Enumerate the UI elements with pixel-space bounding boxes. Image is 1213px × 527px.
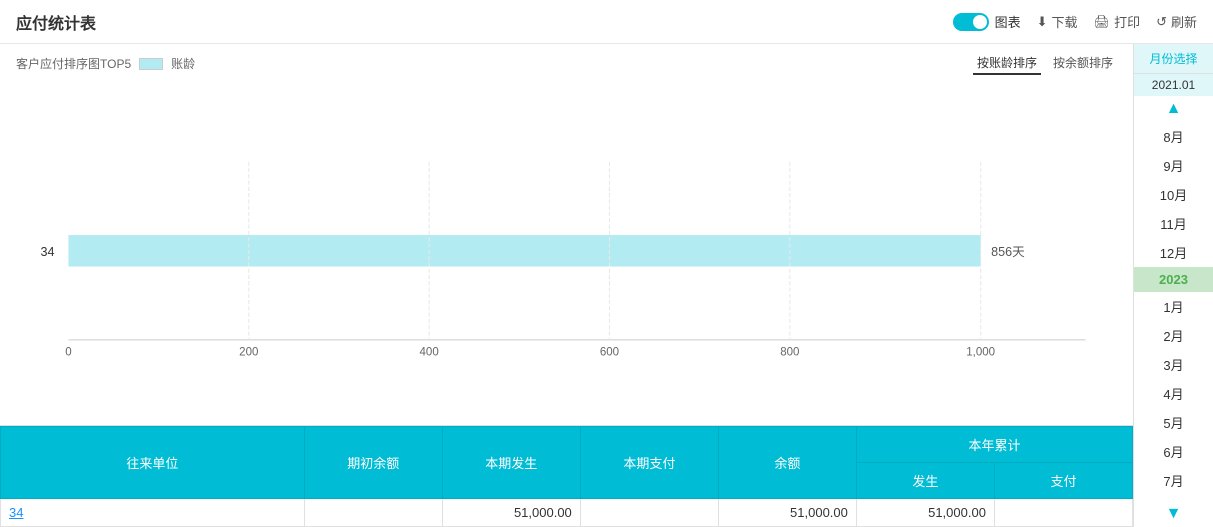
- th-current-occurrence: 本期发生: [442, 427, 580, 499]
- sidebar-header: 月份选择: [1134, 44, 1213, 74]
- th-ytd-occurrence: 发生: [856, 463, 994, 499]
- sidebar-year-input[interactable]: [1134, 74, 1213, 96]
- print-button[interactable]: 🖨 打印: [1094, 12, 1141, 31]
- sidebar-month-list: 8月 9月 10月 11月 12月 2023 1月 2月 3月 4月 5月 6月…: [1134, 122, 1213, 501]
- svg-text:600: 600: [600, 347, 619, 359]
- chevron-down-icon: ▼: [1166, 505, 1182, 523]
- svg-text:0: 0: [65, 347, 71, 359]
- svg-text:200: 200: [239, 347, 258, 359]
- chart-toggle[interactable]: [953, 13, 989, 31]
- sidebar-item-jul[interactable]: 7月: [1134, 466, 1213, 495]
- header: 应付统计表 图表 ⬇ 下载 🖨 打印 ↺ 刷新: [0, 0, 1213, 44]
- svg-text:800: 800: [780, 347, 799, 359]
- sidebar-item-mar[interactable]: 3月: [1134, 350, 1213, 379]
- sort-buttons: 按账龄排序 按余额排序: [973, 52, 1117, 75]
- th-ytd-payment: 支付: [994, 463, 1132, 499]
- svg-text:34: 34: [40, 245, 54, 259]
- sidebar-item-sep[interactable]: 9月: [1134, 151, 1213, 180]
- refresh-button[interactable]: ↺ 刷新: [1156, 12, 1197, 31]
- chevron-up-icon: ▲: [1166, 100, 1182, 118]
- sidebar-scroll-up-button[interactable]: ▲: [1134, 96, 1213, 122]
- sidebar-item-jun[interactable]: 6月: [1134, 437, 1213, 466]
- chart-header: 客户应付排序图TOP5 账龄 按账龄排序 按余额排序: [0, 44, 1133, 79]
- table-area: 往来单位 期初余额 本期发生 本期支付 余额 本年累计 发生 支付: [0, 425, 1133, 527]
- download-button[interactable]: ⬇ 下载: [1037, 12, 1078, 31]
- cell-current-occurrence: 51,000.00: [442, 499, 580, 527]
- sidebar-item-oct[interactable]: 10月: [1134, 180, 1213, 209]
- sidebar-scroll-down-button[interactable]: ▼: [1134, 501, 1213, 527]
- sidebar-item-feb[interactable]: 2月: [1134, 321, 1213, 350]
- cell-current-payment: [580, 499, 718, 527]
- legend-box: [139, 58, 163, 70]
- table-row: 34 51,000.00 51,000.00 51,000.00: [1, 499, 1133, 527]
- cell-unit[interactable]: 34: [1, 499, 305, 527]
- data-table: 往来单位 期初余额 本期发生 本期支付 余额 本年累计 发生 支付: [0, 426, 1133, 527]
- sidebar: 月份选择 ▲ 8月 9月 10月 11月 12月 2023 1月 2月 3月 4…: [1133, 44, 1213, 527]
- sidebar-item-dec[interactable]: 12月: [1134, 238, 1213, 267]
- chart-svg: 34 856天 0 200 400 600 800 1,000: [16, 87, 1117, 425]
- chart-toggle-group[interactable]: 图表: [953, 12, 1021, 31]
- chart-container: 34 856天 0 200 400 600 800 1,000: [0, 79, 1133, 425]
- refresh-icon: ↺: [1156, 14, 1167, 30]
- download-icon: ⬇: [1037, 14, 1048, 30]
- sort-by-amount-button[interactable]: 按余额排序: [1049, 52, 1117, 75]
- sidebar-item-year2023[interactable]: 2023: [1134, 267, 1213, 292]
- page-title: 应付统计表: [16, 10, 96, 34]
- cell-balance: 51,000.00: [718, 499, 856, 527]
- sidebar-item-may[interactable]: 5月: [1134, 408, 1213, 437]
- th-unit: 往来单位: [1, 427, 305, 499]
- chart-area: 客户应付排序图TOP5 账龄 按账龄排序 按余额排序 34 856天: [0, 44, 1133, 527]
- legend-title: 客户应付排序图TOP5: [16, 55, 131, 72]
- download-label: 下载: [1052, 12, 1078, 31]
- chart-bar: [68, 235, 980, 266]
- print-icon: 🖨: [1094, 14, 1111, 30]
- sidebar-item-aug[interactable]: 8月: [1134, 122, 1213, 151]
- th-ytd: 本年累计: [856, 427, 1132, 463]
- main-content: 客户应付排序图TOP5 账龄 按账龄排序 按余额排序 34 856天: [0, 44, 1213, 527]
- sidebar-item-apr[interactable]: 4月: [1134, 379, 1213, 408]
- sidebar-item-nov[interactable]: 11月: [1134, 209, 1213, 238]
- cell-ytd-occurrence: 51,000.00: [856, 499, 994, 527]
- th-opening-balance: 期初余额: [304, 427, 442, 499]
- header-actions: 图表 ⬇ 下载 🖨 打印 ↺ 刷新: [953, 12, 1197, 31]
- svg-text:1,000: 1,000: [966, 347, 995, 359]
- print-label: 打印: [1114, 12, 1140, 31]
- chart-legend: 客户应付排序图TOP5 账龄: [16, 55, 195, 72]
- sidebar-item-jan[interactable]: 1月: [1134, 292, 1213, 321]
- th-balance: 余额: [718, 427, 856, 499]
- sort-by-balance-button[interactable]: 按账龄排序: [973, 52, 1041, 75]
- cell-opening-balance: [304, 499, 442, 527]
- cell-ytd-payment: [994, 499, 1132, 527]
- legend-box-label: 账龄: [171, 55, 195, 72]
- svg-text:400: 400: [420, 347, 439, 359]
- svg-text:856天: 856天: [991, 245, 1025, 259]
- chart-toggle-label: 图表: [995, 12, 1021, 31]
- refresh-label: 刷新: [1171, 12, 1197, 31]
- th-current-payment: 本期支付: [580, 427, 718, 499]
